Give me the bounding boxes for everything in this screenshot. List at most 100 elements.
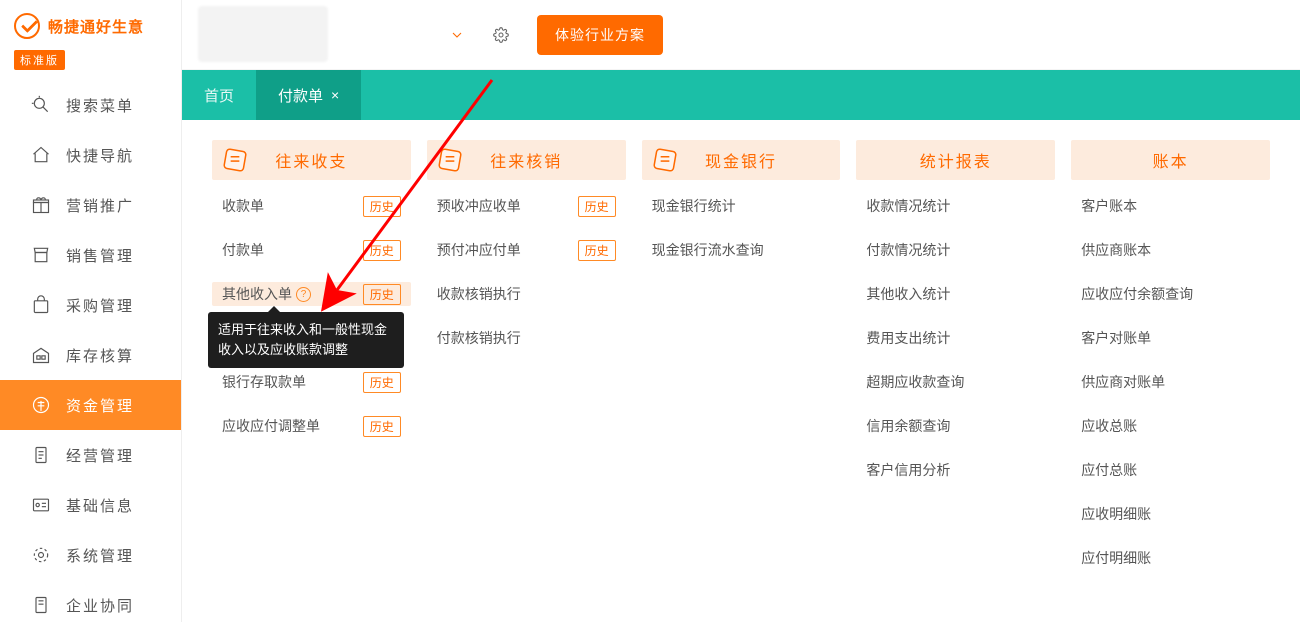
menu-item[interactable]: 应收明细账 — [1081, 502, 1260, 526]
history-tag[interactable]: 历史 — [363, 284, 401, 305]
menu-item-label: 收款核销执行 — [437, 284, 521, 304]
menu-item-label: 客户账本 — [1081, 196, 1137, 216]
menu-item-text: 收款核销执行 — [437, 284, 521, 304]
menu-item[interactable]: 客户信用分析 — [866, 458, 1045, 482]
menu-item[interactable]: 其他收入单?历史 — [212, 282, 411, 306]
menu-item[interactable]: 应收总账 — [1081, 414, 1260, 438]
tab-1[interactable]: 付款单 × — [256, 70, 361, 120]
menu-item-label: 信用余额查询 — [866, 416, 950, 436]
tab-close-icon[interactable]: × — [331, 88, 339, 102]
menu-item-label: 供应商对账单 — [1081, 372, 1165, 392]
menu-item[interactable]: 应付总账 — [1081, 458, 1260, 482]
sidebar-item-card[interactable]: 基础信息 — [0, 480, 181, 530]
menu-item[interactable]: 应收应付余额查询 — [1081, 282, 1260, 306]
sidebar-item-search[interactable]: 搜索菜单 — [0, 80, 181, 130]
sidebar-item-shop[interactable]: 销售管理 — [0, 230, 181, 280]
sidebar-list: 搜索菜单快捷导航营销推广销售管理采购管理库存核算资金管理经营管理基础信息系统管理… — [0, 80, 181, 622]
menu-item-label: 收款情况统计 — [866, 196, 950, 216]
sidebar-item-money[interactable]: 资金管理 — [0, 380, 181, 430]
brand-name: 畅捷通好生意 — [48, 16, 144, 37]
sidebar-item-home[interactable]: 快捷导航 — [0, 130, 181, 180]
menu-item-text: 应付明细账 — [1081, 548, 1151, 568]
card-icon — [30, 494, 52, 516]
menu-item-text: 付款情况统计 — [866, 240, 950, 260]
tab-label: 付款单 — [278, 85, 323, 106]
section-title: 现金银行 — [705, 148, 777, 172]
menu-item-label: 现金银行统计 — [652, 196, 736, 216]
menu-item[interactable]: 超期应收款查询 — [866, 370, 1045, 394]
sidebar: 畅捷通好生意 标准版 搜索菜单快捷导航营销推广销售管理采购管理库存核算资金管理经… — [0, 0, 182, 622]
sidebar-item-team[interactable]: 企业协同 — [0, 580, 181, 622]
topbar: 体验行业方案 — [182, 0, 1300, 70]
history-tag[interactable]: 历史 — [363, 240, 401, 261]
menu-item[interactable]: 费用支出统计 — [866, 326, 1045, 350]
menu-item[interactable]: 其他收入统计 — [866, 282, 1045, 306]
menu-item[interactable]: 现金银行统计 — [652, 194, 831, 218]
sidebar-item-label: 销售管理 — [66, 245, 134, 266]
menu-item-text: 现金银行统计 — [652, 196, 736, 216]
menu-item[interactable]: 预收冲应收单历史 — [437, 194, 616, 218]
menu-item[interactable]: 信用余额查询 — [866, 414, 1045, 438]
history-tag[interactable]: 历史 — [578, 196, 616, 217]
section-column: 往来收支收款单历史付款单历史其他收入单?历史费用支出单历史银行存取款单历史应收应… — [212, 140, 411, 622]
menu-item-label: 供应商账本 — [1081, 240, 1151, 260]
menu-item[interactable]: 客户对账单 — [1081, 326, 1260, 350]
history-tag[interactable]: 历史 — [578, 240, 616, 261]
menu-item[interactable]: 预付冲应付单 历史 — [437, 238, 616, 262]
sidebar-item-label: 营销推广 — [66, 195, 134, 216]
menu-item[interactable]: 收款核销执行 — [437, 282, 616, 306]
sidebar-item-gift[interactable]: 营销推广 — [0, 180, 181, 230]
menu-item-text: 付款核销执行 — [437, 328, 521, 348]
sidebar-item-bag[interactable]: 采购管理 — [0, 280, 181, 330]
menu-item[interactable]: 银行存取款单 历史 — [222, 370, 401, 394]
menu-item[interactable]: 供应商对账单 — [1081, 370, 1260, 394]
history-tag[interactable]: 历史 — [363, 196, 401, 217]
sidebar-item-label: 快捷导航 — [66, 145, 134, 166]
menu-item-text: 供应商账本 — [1081, 240, 1151, 260]
sidebar-item-warehouse[interactable]: 库存核算 — [0, 330, 181, 380]
edition-badge: 标准版 — [14, 50, 65, 70]
menu-item[interactable]: 收款情况统计 — [866, 194, 1045, 218]
section-column: 现金银行现金银行统计现金银行流水查询 — [642, 140, 841, 622]
menu-item[interactable]: 客户账本 — [1081, 194, 1260, 218]
menu-item[interactable]: 供应商账本 — [1081, 238, 1260, 262]
menu-item-label: 应付明细账 — [1081, 548, 1151, 568]
tab-0[interactable]: 首页 — [182, 70, 256, 120]
brand: 畅捷通好生意 — [0, 0, 181, 48]
menu-item-text: 费用支出统计 — [866, 328, 950, 348]
menu-item[interactable]: 应收应付调整单历史 — [222, 414, 401, 438]
menu-item-text: 应收明细账 — [1081, 504, 1151, 524]
section-title: 往来核销 — [490, 148, 562, 172]
section-header: 往来收支 — [212, 140, 411, 180]
section-body: 现金银行统计现金银行流水查询 — [642, 180, 841, 262]
search-icon — [30, 94, 52, 116]
section-column: 往来核销预收冲应收单历史预付冲应付单 历史收款核销执行付款核销执行 — [427, 140, 626, 622]
settings-gear-icon[interactable] — [491, 25, 511, 45]
section-body: 客户账本供应商账本应收应付余额查询客户对账单供应商对账单应收总账应付总账应收明细… — [1071, 180, 1270, 570]
sidebar-item-label: 库存核算 — [66, 345, 134, 366]
menu-item[interactable]: 付款情况统计 — [866, 238, 1045, 262]
menu-item[interactable]: 付款单 历史 — [222, 238, 401, 262]
menu-item[interactable]: 现金银行流水查询 — [652, 238, 831, 262]
history-tag[interactable]: 历史 — [363, 372, 401, 393]
sidebar-item-label: 基础信息 — [66, 495, 134, 516]
sidebar-item-doc[interactable]: 经营管理 — [0, 430, 181, 480]
account-dropdown-caret-icon[interactable] — [447, 25, 467, 45]
cog-icon — [30, 544, 52, 566]
menu-item-text: 预付冲应付单 — [437, 240, 521, 260]
section-body: 预收冲应收单历史预付冲应付单 历史收款核销执行付款核销执行 — [427, 180, 626, 350]
sidebar-item-cog[interactable]: 系统管理 — [0, 530, 181, 580]
menu-item-text: 银行存取款单 — [222, 372, 306, 392]
gift-icon — [30, 194, 52, 216]
menu-item[interactable]: 收款单历史 — [222, 194, 401, 218]
help-icon[interactable]: ? — [296, 287, 311, 302]
menu-item[interactable]: 付款核销执行 — [437, 326, 616, 350]
menu-item-label: 现金银行流水查询 — [652, 240, 764, 260]
menu-item-label: 付款单 — [222, 240, 264, 260]
menu-item[interactable]: 应付明细账 — [1081, 546, 1260, 570]
history-tag[interactable]: 历史 — [363, 416, 401, 437]
trial-industry-button[interactable]: 体验行业方案 — [537, 15, 663, 55]
sidebar-item-label: 企业协同 — [66, 595, 134, 616]
menu-item-text: 应收应付余额查询 — [1081, 284, 1193, 304]
fund-mgmt-panel: 往来收支收款单历史付款单历史其他收入单?历史费用支出单历史银行存取款单历史应收应… — [182, 120, 1300, 622]
